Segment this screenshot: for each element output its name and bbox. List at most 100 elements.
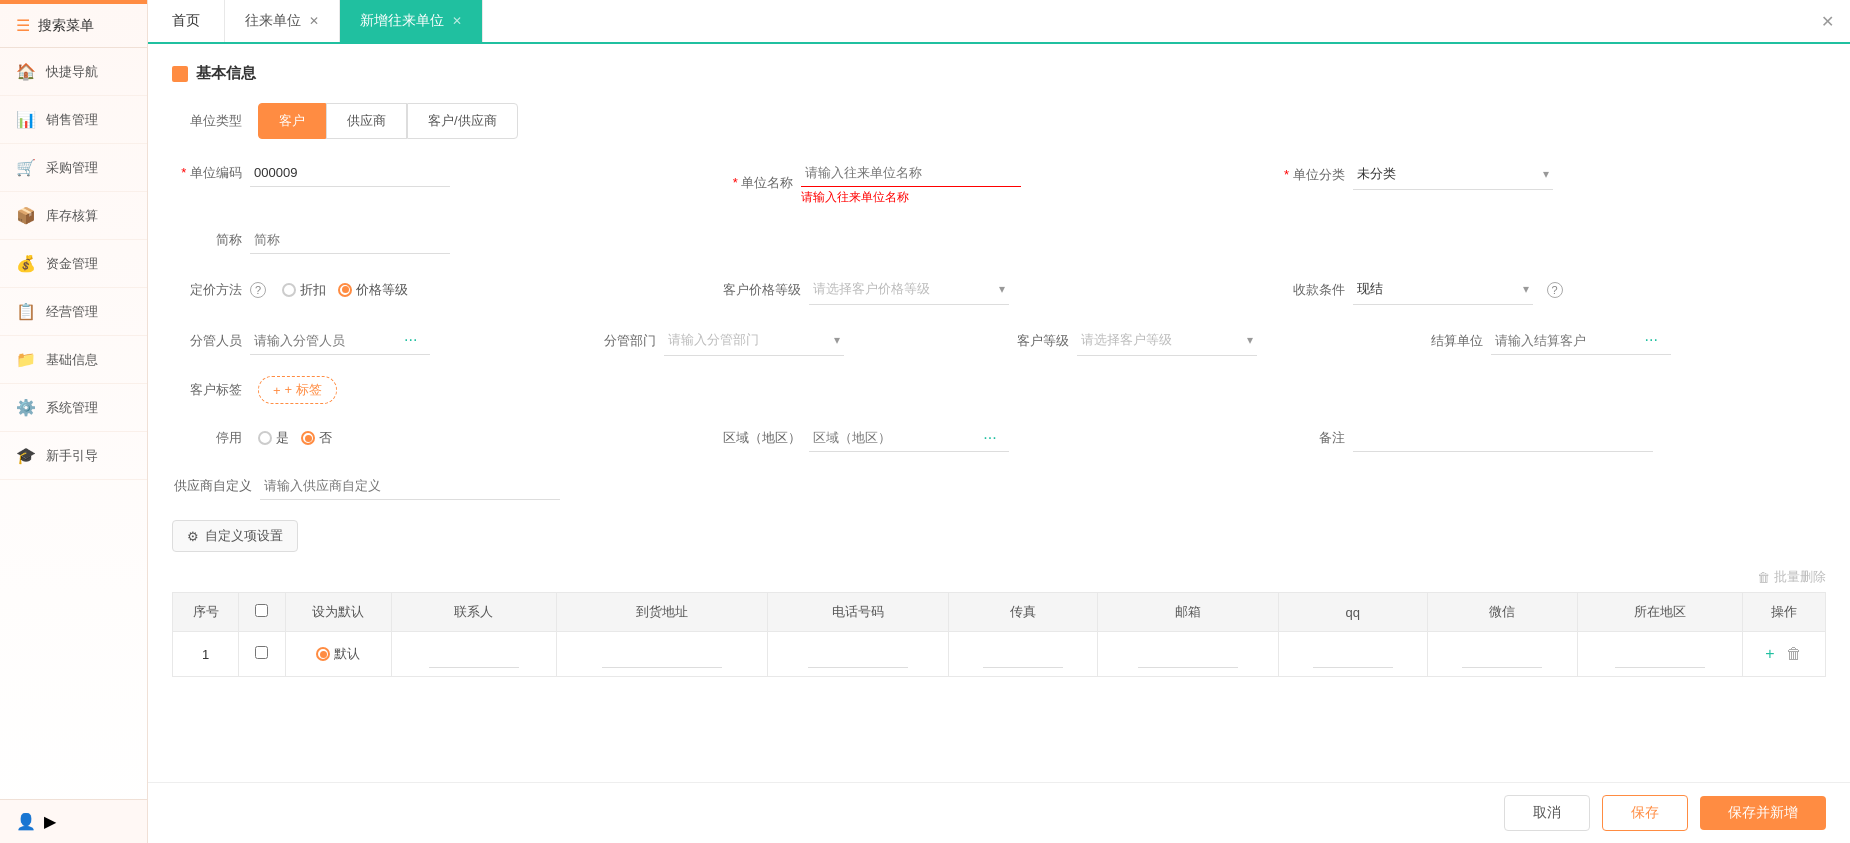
region-input-wrapper: ···: [809, 424, 1009, 452]
row-default-radio[interactable]: 默认: [294, 645, 383, 663]
ops-icon: 📋: [16, 302, 36, 321]
chevron-down-icon5: ▾: [1247, 333, 1253, 347]
chevron-down-icon3: ▾: [1523, 282, 1529, 296]
unit-category-select[interactable]: 未分类 ▾: [1353, 159, 1553, 190]
contact-input[interactable]: [429, 640, 519, 668]
wechat-input[interactable]: [1462, 640, 1542, 668]
customer-level-select[interactable]: 请选择客户等级 ▾: [1077, 325, 1257, 356]
manager-more-btn[interactable]: ···: [400, 331, 421, 349]
payment-terms-select[interactable]: 现结 ▾: [1353, 274, 1533, 305]
pricing-help-icon[interactable]: ?: [250, 282, 266, 298]
custom-settings-label: 自定义项设置: [205, 527, 283, 545]
qq-input[interactable]: [1313, 640, 1393, 668]
settlement-more-btn[interactable]: ···: [1641, 331, 1662, 349]
save-and-new-button[interactable]: 保存并新增: [1700, 796, 1826, 830]
note-input[interactable]: [1353, 424, 1653, 452]
sidebar-item-ops-mgmt[interactable]: 📋 经营管理: [0, 288, 147, 336]
sales-icon: 📊: [16, 110, 36, 129]
custom-settings-button[interactable]: ⚙ 自定义项设置: [172, 520, 298, 552]
cell-fax: [948, 632, 1098, 677]
customer-price-placeholder: 请选择客户价格等级: [813, 280, 995, 298]
cell-action: + 🗑: [1742, 632, 1825, 677]
customer-price-select[interactable]: 请选择客户价格等级 ▾: [809, 274, 1009, 305]
main-content: 首页 往来单位 ✕ 新增往来单位 ✕ ✕ 基本信息 单位类型 客户 供应商 客户…: [148, 0, 1850, 843]
sidebar-item-label: 采购管理: [46, 159, 98, 177]
batch-delete-label[interactable]: 批量删除: [1774, 568, 1826, 586]
sidebar-item-new-guide[interactable]: 🎓 新手引导: [0, 432, 147, 480]
sidebar-search[interactable]: ☰ 搜索菜单: [0, 4, 147, 48]
cell-contact: [391, 632, 556, 677]
unit-name-input[interactable]: [801, 159, 1021, 187]
sidebar-item-sales-mgmt[interactable]: 📊 销售管理: [0, 96, 147, 144]
region-input[interactable]: [809, 424, 979, 451]
sidebar-bottom[interactable]: 👤 ▶: [0, 799, 147, 843]
sidebar: ☰ 搜索菜单 🏠 快捷导航 📊 销售管理 🛒 采购管理 📦 库存核算 💰 资金管…: [0, 0, 148, 843]
dept-select[interactable]: 请输入分管部门 ▾: [664, 325, 844, 356]
sidebar-item-quick-nav[interactable]: 🏠 快捷导航: [0, 48, 147, 96]
delete-row-btn[interactable]: 🗑: [1786, 645, 1802, 662]
region-more-btn[interactable]: ···: [979, 429, 1000, 447]
type-btn-supplier[interactable]: 供应商: [326, 103, 407, 139]
page-content: 基本信息 单位类型 客户 供应商 客户/供应商 单位编码 单位名称: [148, 44, 1850, 782]
add-row-btn[interactable]: +: [1765, 645, 1774, 662]
table-row: 1 默认: [173, 632, 1826, 677]
tab-new-contact[interactable]: 新增往来单位 ✕: [340, 0, 483, 42]
pricing-discount-label: 折扣: [300, 281, 326, 299]
basic-info-icon: 📁: [16, 350, 36, 369]
short-name-input[interactable]: [250, 226, 450, 254]
tab-new-contact-close-icon[interactable]: ✕: [452, 14, 462, 28]
sidebar-item-basic-info[interactable]: 📁 基础信息: [0, 336, 147, 384]
radio-level-circle: [338, 283, 352, 297]
select-all-checkbox[interactable]: [255, 604, 268, 617]
customer-price-label: 客户价格等级: [723, 281, 801, 299]
col-wechat: 微信: [1428, 593, 1578, 632]
type-btn-both[interactable]: 客户/供应商: [407, 103, 518, 139]
disabled-no-radio[interactable]: 否: [301, 429, 332, 447]
tab-contacts[interactable]: 往来单位 ✕: [225, 0, 340, 42]
gear-icon: ⚙: [187, 529, 199, 544]
supplier-custom-input[interactable]: [260, 472, 560, 500]
radio-discount-circle: [282, 283, 296, 297]
sidebar-item-inventory[interactable]: 📦 库存核算: [0, 192, 147, 240]
col-default: 设为默认: [285, 593, 391, 632]
sidebar-item-purchase-mgmt[interactable]: 🛒 采购管理: [0, 144, 147, 192]
payment-help-icon[interactable]: ?: [1547, 282, 1563, 298]
sidebar-item-sys-mgmt[interactable]: ⚙️ 系统管理: [0, 384, 147, 432]
settlement-label: 结算单位: [1413, 332, 1483, 350]
disabled-yes-radio[interactable]: 是: [258, 429, 289, 447]
settlement-input[interactable]: [1491, 327, 1641, 354]
tab-contacts-close-icon[interactable]: ✕: [309, 14, 319, 28]
add-tag-button[interactable]: + + 标签: [258, 376, 337, 404]
fax-input[interactable]: [983, 640, 1063, 668]
section-title: 基本信息: [172, 64, 1826, 83]
unit-name-label: 单位名称: [723, 174, 793, 192]
address-input[interactable]: [602, 640, 722, 668]
tab-home[interactable]: 首页: [148, 0, 225, 42]
save-button[interactable]: 保存: [1602, 795, 1688, 831]
pricing-radio-group: 折扣 价格等级: [282, 281, 408, 299]
type-btn-customer[interactable]: 客户: [258, 103, 326, 139]
chevron-down-icon: ▾: [1543, 167, 1549, 181]
customer-level-label: 客户等级: [999, 332, 1069, 350]
window-close-button[interactable]: ✕: [1805, 12, 1850, 31]
email-input[interactable]: [1138, 640, 1238, 668]
disabled-yes-label: 是: [276, 429, 289, 447]
payment-terms-value: 现结: [1357, 280, 1519, 298]
manager-input[interactable]: [250, 327, 400, 354]
disabled-radio-group: 是 否: [258, 429, 332, 447]
cancel-button[interactable]: 取消: [1504, 795, 1590, 831]
home-icon: 🏠: [16, 62, 36, 81]
pricing-radio-discount[interactable]: 折扣: [282, 281, 326, 299]
region-cell-input[interactable]: [1615, 640, 1705, 668]
phone-input[interactable]: [808, 640, 908, 668]
unit-code-input[interactable]: [250, 159, 450, 187]
unit-category-value: 未分类: [1357, 165, 1539, 183]
unit-type-field: 单位类型 客户 供应商 客户/供应商: [172, 103, 518, 139]
sidebar-item-finance-mgmt[interactable]: 💰 资金管理: [0, 240, 147, 288]
row-checkbox[interactable]: [255, 646, 268, 659]
payment-terms-label: 收款条件: [1275, 281, 1345, 299]
radio-default-circle: [316, 647, 330, 661]
manager-input-wrapper: ···: [250, 327, 430, 355]
customer-price-field: 客户价格等级 请选择客户价格等级 ▾: [723, 274, 1274, 305]
pricing-radio-level[interactable]: 价格等级: [338, 281, 408, 299]
